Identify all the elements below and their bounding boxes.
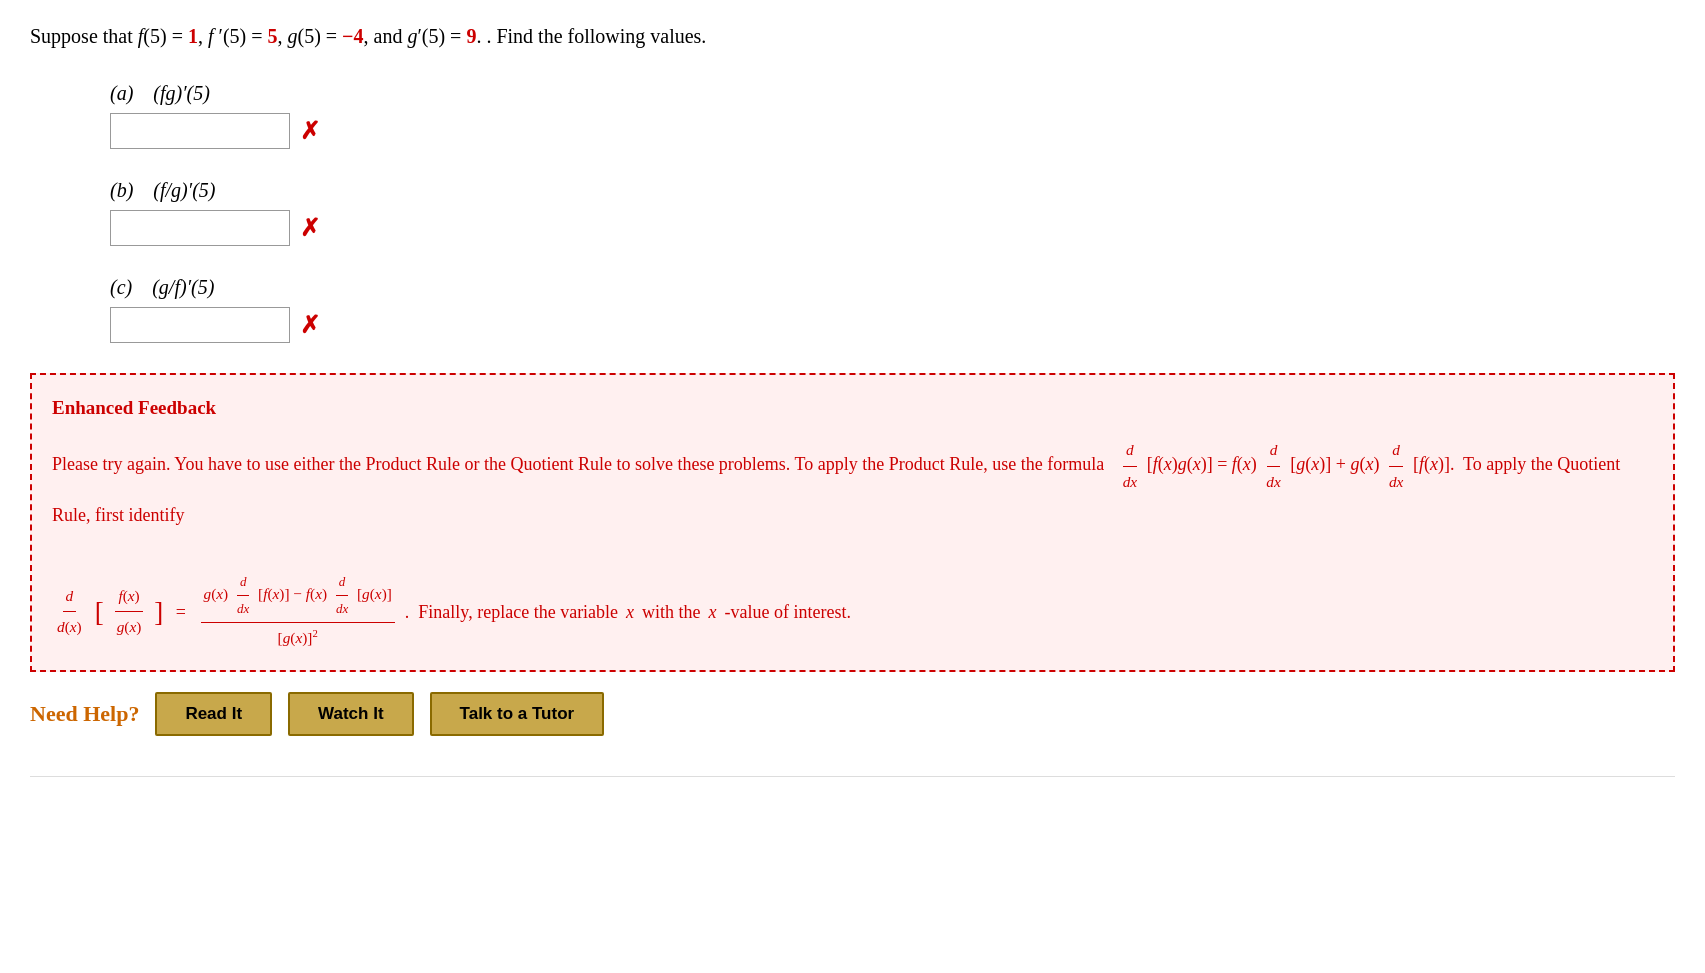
feedback-title: Enhanced Feedback [52, 391, 1653, 425]
part-b-label: (b) (f/g)′(5) [110, 179, 1675, 202]
part-b-input[interactable] [110, 210, 290, 246]
feedback-text: Please try again. You have to use either… [52, 435, 1653, 654]
d-dx-outer: d d(x) [54, 581, 85, 643]
problem-statement: Suppose that f(5) = 1, f ′(5) = 5, g(5) … [30, 20, 1675, 52]
part-a: (a) (fg)′(5) ✗ [110, 82, 1675, 149]
gprime5-value: 9 [466, 25, 476, 47]
f-over-g: f(x) g(x) [114, 581, 145, 643]
d-dx-fraction-product: d dx [1120, 435, 1140, 497]
part-c: (c) (g/f)′(5) ✗ [110, 276, 1675, 343]
part-a-label: (a) (fg)′(5) [110, 82, 1675, 105]
statement-suffix: . Find the following values. [486, 25, 706, 47]
watch-it-button[interactable]: Watch It [288, 692, 413, 736]
fprime5-value: 5 [268, 25, 278, 47]
part-c-wrong-mark: ✗ [300, 311, 320, 339]
read-it-button[interactable]: Read It [155, 692, 272, 736]
part-b-input-row: ✗ [110, 210, 1675, 246]
g5-value: −4 [342, 25, 363, 47]
part-c-input-row: ✗ [110, 307, 1675, 343]
d-dx-fraction-g: d dx [1263, 435, 1283, 497]
d-dx-fraction-f: d dx [1386, 435, 1406, 497]
part-c-input[interactable] [110, 307, 290, 343]
statement-prefix: Suppose that [30, 25, 138, 47]
part-a-input-row: ✗ [110, 113, 1675, 149]
f5-value: 1 [188, 25, 198, 47]
quotient-rule-fraction: g(x) d dx [f(x)] − f(x) d dx [g(x)] [g(x… [201, 569, 395, 654]
bottom-bar [30, 776, 1675, 787]
part-c-label: (c) (g/f)′(5) [110, 276, 1675, 299]
part-b-wrong-mark: ✗ [300, 214, 320, 242]
need-help-row: Need Help? Read It Watch It Talk to a Tu… [30, 692, 1675, 736]
need-help-label: Need Help? [30, 701, 139, 727]
part-a-input[interactable] [110, 113, 290, 149]
talk-to-tutor-button[interactable]: Talk to a Tutor [430, 692, 605, 736]
part-b: (b) (f/g)′(5) ✗ [110, 179, 1675, 246]
part-a-wrong-mark: ✗ [300, 117, 320, 145]
feedback-box: Enhanced Feedback Please try again. You … [30, 373, 1675, 672]
inner-d-dx-f: d dx [234, 569, 252, 622]
inner-d-dx-g: d dx [333, 569, 351, 622]
